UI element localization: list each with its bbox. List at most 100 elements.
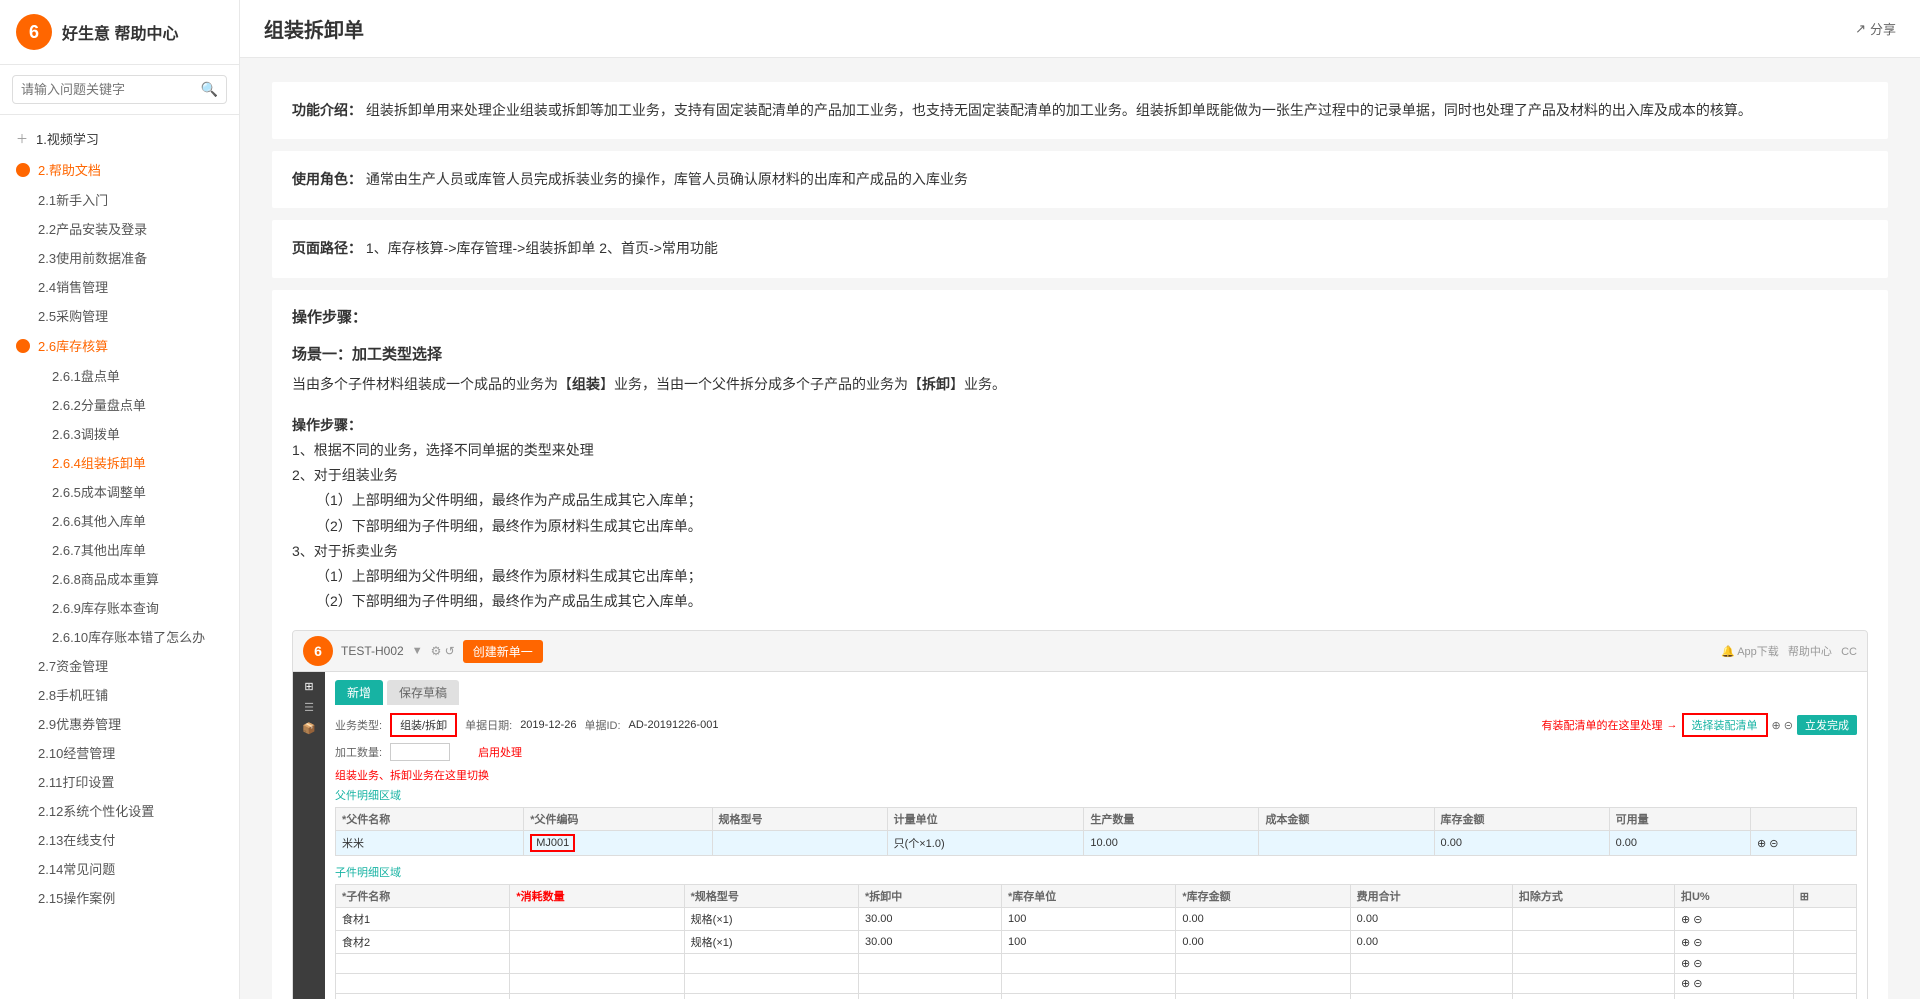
sidebar-item-2.6.6[interactable]: 2.6.6其他入库单	[0, 506, 239, 535]
dot-icon-2.6	[16, 339, 30, 353]
mock-tab-new[interactable]: 新增	[335, 680, 383, 705]
mock-section-label-upper: 父件明细区域	[335, 787, 1857, 803]
sidebar-item-2.6.3[interactable]: 2.6.3调拨单	[0, 419, 239, 448]
sidebar-item-2.8[interactable]: 2.8手机旺铺	[0, 680, 239, 709]
mock-confirm-btn[interactable]: 立发完成	[1797, 715, 1857, 735]
mock-date-value: 2019-12-26	[520, 719, 576, 731]
intro-card: 功能介绍： 组装拆卸单用来处理企业组装或拆卸等加工业务，支持有固定装配清单的产品…	[272, 82, 1888, 139]
sidebar-item-2.13[interactable]: 2.13在线支付	[0, 825, 239, 854]
mock-type-annotation: 组装业务、拆卸业务在这里切换	[335, 767, 1857, 783]
mock-icon-home: ⊞	[304, 680, 313, 693]
mock-dropdown-icon: ▼	[412, 645, 423, 657]
steps-label: 操作步骤：	[292, 413, 1868, 438]
sidebar-item-data-prep[interactable]: 2.3使用前数据准备	[0, 243, 239, 272]
step-2-2: （2）下部明细为子件明细，最终作为原材料生成其它出库单。	[292, 514, 1868, 539]
mock-tab-row: 新增 保存草稿	[335, 680, 1857, 705]
sidebar-item-2.10[interactable]: 2.10经营管理	[0, 738, 239, 767]
steps-card: 操作步骤： 场景一：加工类型选择 当由多个子件材料组装成一个成品的业务为【组装】…	[272, 290, 1888, 999]
nav-label-1: 1.视频学习	[36, 129, 99, 148]
sidebar-item-sales[interactable]: 2.4销售管理	[0, 272, 239, 301]
sidebar-item-2.9[interactable]: 2.9优惠券管理	[0, 709, 239, 738]
annotation-assembly: 有装配清单的在这里处理	[1542, 717, 1663, 733]
mock-icon-3: 📦	[302, 722, 316, 735]
mock-qty-row: 加工数量: 启用处理	[335, 743, 1857, 761]
annotation-enable: 启用处理	[478, 744, 522, 760]
sidebar-item-2.6.10[interactable]: 2.6.10库存账本错了怎么办	[0, 622, 239, 651]
scene1-title: 场景一：加工类型选择	[292, 343, 1868, 364]
mock-table-row: 米米 MJ001 只(个×1.0) 10.00 0.00 0.00	[336, 831, 1857, 856]
step-2: 2、对于组装业务	[292, 463, 1868, 488]
arrow-icon-1: →	[1667, 719, 1678, 731]
step-3: 3、对于拆卖业务	[292, 539, 1868, 564]
mock-lower-row-5: ⊕ ⊝	[336, 994, 1857, 999]
main-area: 组装拆卸单 ↗ 分享 功能介绍： 组装拆卸单用来处理企业组装或拆卸等加工业务，支…	[240, 0, 1920, 999]
sidebar-item-video-learning[interactable]: ＋ 1.视频学习	[0, 123, 239, 154]
main-content: 功能介绍： 组装拆卸单用来处理企业组装或拆卸等加工业务，支持有固定装配清单的产品…	[240, 58, 1920, 999]
role-text: 使用角色： 通常由生产人员或库管人员完成拆装业务的操作，库管人员确认原材料的出库…	[292, 167, 1868, 192]
mock-company-id: TEST-H002	[341, 644, 404, 658]
sidebar-item-2.11[interactable]: 2.11打印设置	[0, 767, 239, 796]
sidebar-item-install-login[interactable]: 2.2产品安装及登录	[0, 214, 239, 243]
share-icon: ↗	[1855, 21, 1866, 37]
annotation-type-switch: 组装业务、拆卸业务在这里切换	[335, 767, 489, 783]
mock-lower-row-2: 食材2 规格(×1) 30.00 100 0.00 0.00 ⊕ ⊝	[336, 931, 1857, 954]
nav-label-2: 2.帮助文档	[38, 160, 101, 179]
mock-logo: 6	[303, 636, 333, 666]
nav-label-2.6: 2.6库存核算	[38, 336, 108, 355]
logo-area: 6 好生意 帮助中心	[0, 0, 239, 65]
mock-select-assembly-btn[interactable]: 选择装配清单	[1682, 713, 1768, 737]
sidebar-item-purchase[interactable]: 2.5采购管理	[0, 301, 239, 330]
steps-title: 操作步骤：	[292, 306, 1868, 327]
sidebar-item-2.6.1[interactable]: 2.6.1盘点单	[0, 361, 239, 390]
scene1-desc: 当由多个子件材料组装成一个成品的业务为【组装】业务，当由一个父件拆分成多个子产品…	[292, 372, 1868, 397]
sidebar: 6 好生意 帮助中心 🔍 ＋ 1.视频学习 2.帮助文档 2.1新手入门 2.2…	[0, 0, 240, 999]
mock-sidebar-strip: ⊞ ☰ 📦	[293, 672, 325, 999]
sidebar-item-2.15[interactable]: 2.15操作案例	[0, 883, 239, 912]
sidebar-item-2.6.5[interactable]: 2.6.5成本调整单	[0, 477, 239, 506]
mock-tab-draft[interactable]: 保存草稿	[387, 680, 459, 705]
search-box[interactable]: 🔍	[12, 75, 227, 104]
mock-lower-row-1: 食材1 规格(×1) 30.00 100 0.00 0.00 ⊕ ⊝	[336, 908, 1857, 931]
mock-nav-icons: ⚙ ↺	[431, 644, 455, 658]
mock-icon-2: ☰	[304, 701, 314, 714]
sidebar-item-2.6.7[interactable]: 2.6.7其他出库单	[0, 535, 239, 564]
nav-tree: ＋ 1.视频学习 2.帮助文档 2.1新手入门 2.2产品安装及登录 2.3使用…	[0, 115, 239, 999]
logo-icon: 6	[16, 14, 52, 50]
mock-business-type-select[interactable]: 组装/拆卸	[390, 713, 457, 737]
step-3-2: （2）下部明细为子件明细，最终作为产成品生成其它入库单。	[292, 589, 1868, 614]
role-card: 使用角色： 通常由生产人员或库管人员完成拆装业务的操作，库管人员确认原材料的出库…	[272, 151, 1888, 208]
mock-lbl-date: 单据日期:	[465, 717, 512, 733]
logo-text: 好生意 帮助中心	[62, 20, 178, 44]
mock-annotation-area: 有装配清单的在这里处理 → 选择装配清单 ⊕ ⊝ 立发完成	[1542, 713, 1858, 737]
share-button[interactable]: ↗ 分享	[1855, 19, 1896, 38]
mock-lbl-qty: 加工数量:	[335, 744, 382, 760]
mock-red-cell: MJ001	[530, 834, 575, 852]
search-input[interactable]	[21, 82, 201, 97]
sidebar-item-2.14[interactable]: 2.14常见问题	[0, 854, 239, 883]
sidebar-item-inventory[interactable]: 2.6库存核算	[0, 330, 239, 361]
dot-icon-2	[16, 163, 30, 177]
mock-qty-input[interactable]	[390, 743, 450, 761]
sidebar-item-2.6.4[interactable]: 2.6.4组装拆卸单	[0, 448, 239, 477]
mock-icons-small: ⊕ ⊝	[1772, 719, 1794, 732]
plus-icon: ＋	[16, 130, 28, 147]
search-icon[interactable]: 🔍	[201, 81, 218, 98]
page-title: 组装拆卸单	[264, 14, 364, 43]
sidebar-item-2.6.8[interactable]: 2.6.8商品成本重算	[0, 564, 239, 593]
sidebar-item-2.6.2[interactable]: 2.6.2分量盘点单	[0, 390, 239, 419]
sidebar-item-help-docs[interactable]: 2.帮助文档	[0, 154, 239, 185]
main-header: 组装拆卸单 ↗ 分享	[240, 0, 1920, 58]
mock-id-value: AD-20191226-001	[629, 719, 719, 731]
intro-text: 功能介绍： 组装拆卸单用来处理企业组装或拆卸等加工业务，支持有固定装配清单的产品…	[292, 98, 1868, 123]
sidebar-item-new-user[interactable]: 2.1新手入门	[0, 185, 239, 214]
screenshot-mock: 6 TEST-H002 ▼ ⚙ ↺ 创建新单一 🔔 App下载 帮助中心 CC …	[292, 630, 1868, 999]
mock-lbl-id: 单据ID:	[584, 717, 620, 733]
sidebar-item-2.12[interactable]: 2.12系统个性化设置	[0, 796, 239, 825]
step-1: 1、根据不同的业务，选择不同单据的类型来处理	[292, 438, 1868, 463]
search-area: 🔍	[0, 65, 239, 115]
mock-lbl-type: 业务类型:	[335, 717, 382, 733]
mock-lower-row-3: ⊕ ⊝	[336, 954, 1857, 974]
mock-table-upper: *父件名称 *父件编码 规格型号 计量单位 生产数量 成本金额 库存金额 可用量	[335, 807, 1857, 856]
sidebar-item-2.6.9[interactable]: 2.6.9库存账本查询	[0, 593, 239, 622]
sidebar-item-2.7[interactable]: 2.7资金管理	[0, 651, 239, 680]
